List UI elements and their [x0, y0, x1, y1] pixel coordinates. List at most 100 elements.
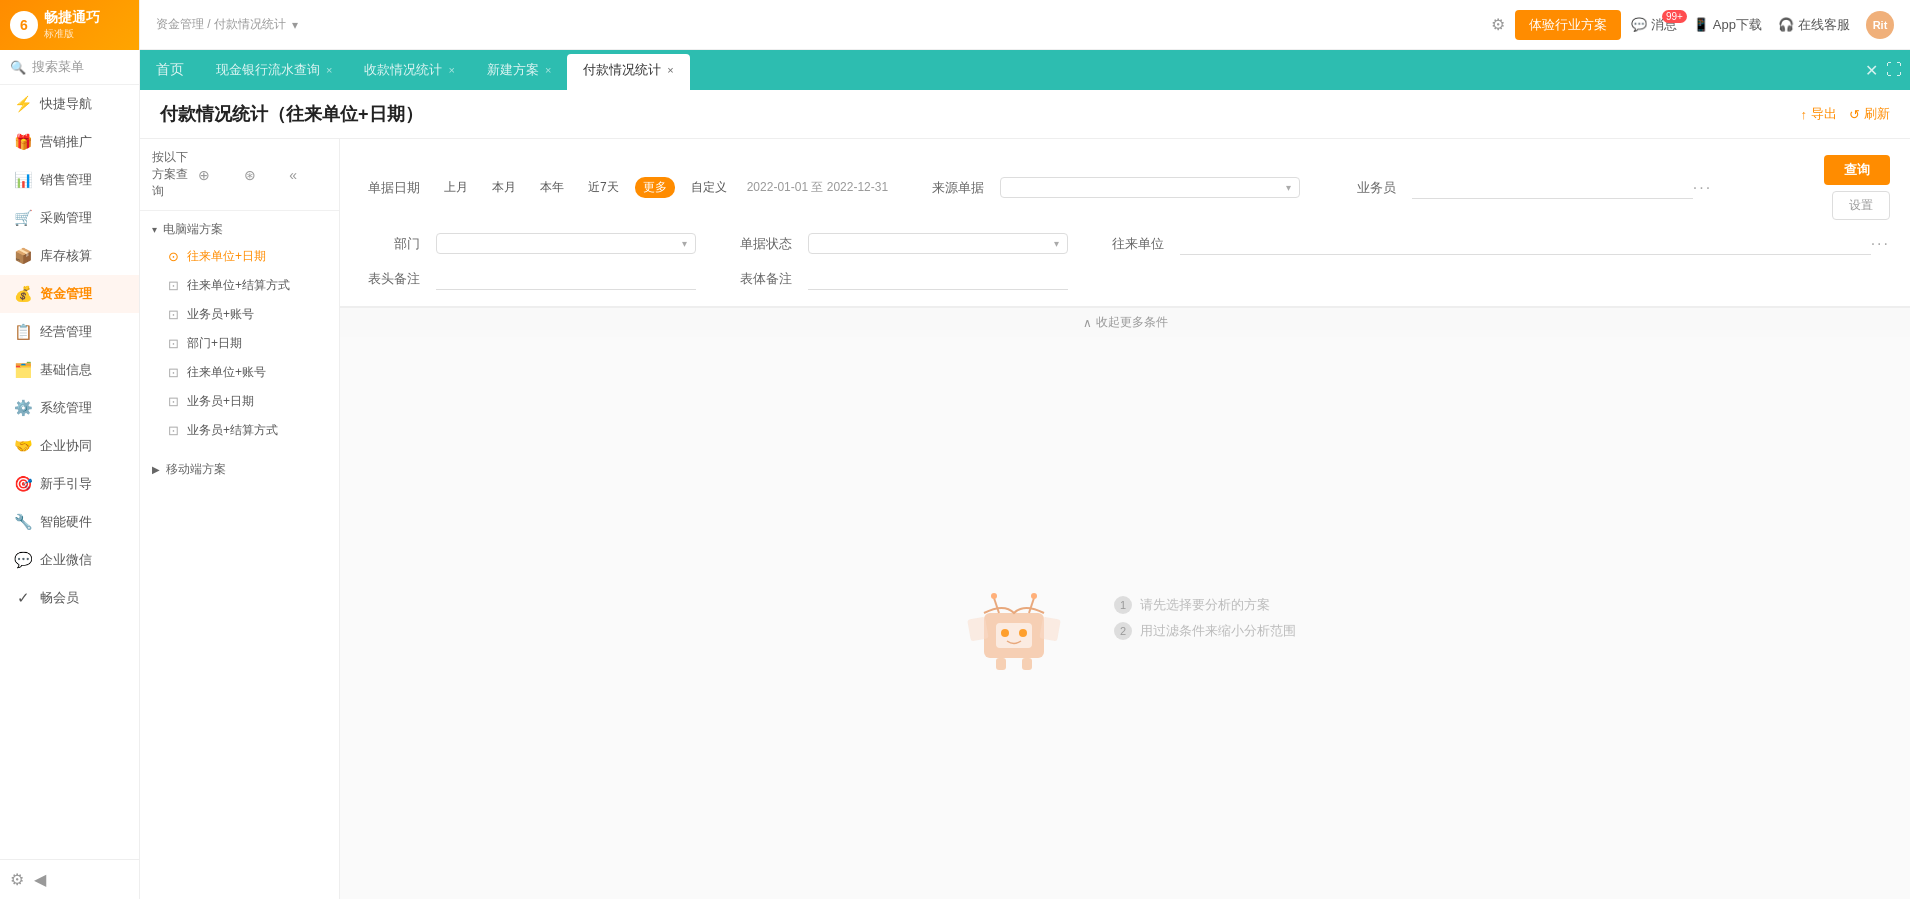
doc-status-select[interactable]: ▾	[808, 233, 1068, 254]
user-avatar[interactable]: Rit	[1866, 11, 1894, 39]
source-select[interactable]: ▾	[1000, 177, 1300, 198]
date-opt-this-month[interactable]: 本月	[484, 177, 524, 198]
unit-input[interactable]	[1180, 232, 1871, 255]
top-header: 资金管理 / 付款情况统计 ▾ ⚙ 体验行业方案 💬 消息 99+ 📱 App下…	[140, 0, 1910, 50]
date-opt-7days[interactable]: 近7天	[580, 177, 627, 198]
sidebar-item-hardware[interactable]: 🔧 智能硬件	[0, 503, 139, 541]
member-icon: ✓	[14, 589, 32, 607]
scheme-staff-account-icon: ⊡	[168, 307, 179, 322]
scheme-item-label: 往来单位+结算方式	[187, 277, 290, 294]
refresh-button[interactable]: ↺ 刷新	[1849, 105, 1890, 123]
collapse-chevron-icon: ∧	[1083, 316, 1092, 330]
scheme-unit-date-icon: ⊙	[168, 249, 179, 264]
scheme-item-staff-account[interactable]: ⊡ 业务员+账号	[140, 300, 339, 329]
refresh-icon: ↺	[1849, 107, 1860, 122]
empty-hints: 1 请先选择要分析的方案 2 用过滤条件来缩小分析范围	[1114, 596, 1296, 640]
dept-select[interactable]: ▾	[436, 233, 696, 254]
scheme-panel-header: 按以下方案查询 ⊕ ⊛ «	[140, 139, 339, 211]
date-opt-more[interactable]: 更多	[635, 177, 675, 198]
date-range-text: 2022-01-01 至 2022-12-31	[747, 179, 888, 196]
tab-receipt-stats[interactable]: 收款情况统计 ×	[348, 50, 470, 90]
date-label: 单据日期	[360, 179, 420, 197]
sidebar-search[interactable]: 🔍 搜索菜单	[0, 50, 139, 85]
tab-receipt-stats-close[interactable]: ×	[448, 64, 454, 76]
hint-text-1: 请先选择要分析的方案	[1140, 596, 1270, 614]
scheme-item-label: 往来单位+账号	[187, 364, 266, 381]
doc-status-arrow-icon: ▾	[1054, 238, 1059, 249]
sidebar-item-wechat[interactable]: 💬 企业微信	[0, 541, 139, 579]
header-settings-icon[interactable]: ⚙	[1491, 15, 1505, 34]
scheme-item-staff-date[interactable]: ⊡ 业务员+日期	[140, 387, 339, 416]
sidebar-item-collab[interactable]: 🤝 企业协同	[0, 427, 139, 465]
svg-line-4	[994, 598, 999, 613]
page-area: 付款情况统计（往来单位+日期） ↑ 导出 ↺ 刷新 按以下方案查询 ⊕ ⊛	[140, 90, 1910, 899]
scheme-desktop-header[interactable]: ▾ 电脑端方案	[140, 217, 339, 242]
scheme-item-staff-settlement[interactable]: ⊡ 业务员+结算方式	[140, 416, 339, 445]
export-label: 导出	[1811, 105, 1837, 123]
scheme-mobile-header[interactable]: ▶ 移动端方案	[140, 457, 339, 482]
scheme-item-unit-settlement[interactable]: ⊡ 往来单位+结算方式	[140, 271, 339, 300]
scheme-item-label: 部门+日期	[187, 335, 242, 352]
sidebar-item-quick-nav[interactable]: ⚡ 快捷导航	[0, 85, 139, 123]
trial-button[interactable]: 体验行业方案	[1515, 10, 1621, 40]
sidebar-item-label: 畅会员	[40, 589, 79, 607]
service-button[interactable]: 🎧 在线客服	[1778, 16, 1850, 34]
filter-date-options: 上月 本月 本年 近7天 更多 自定义 2022-01-01 至 2022-12…	[436, 177, 888, 198]
sidebar-item-sales[interactable]: 📊 销售管理	[0, 161, 139, 199]
svg-point-5	[991, 593, 997, 599]
content-wrapper: 按以下方案查询 ⊕ ⊛ « ▾ 电脑端方案 ⊙ 往来单位+日期 ⊡	[140, 139, 1910, 899]
scheme-desktop-label: 电脑端方案	[163, 221, 223, 238]
date-opt-last-month[interactable]: 上月	[436, 177, 476, 198]
export-button[interactable]: ↑ 导出	[1801, 105, 1838, 123]
query-button[interactable]: 查询	[1824, 155, 1890, 185]
breadcrumb-arrow: ▾	[292, 18, 298, 32]
collapse-button[interactable]: ∧ 收起更多条件	[340, 307, 1910, 337]
scheme-desktop-group: ▾ 电脑端方案 ⊙ 往来单位+日期 ⊡ 往来单位+结算方式 ⊡ 业务员+账号	[140, 211, 339, 451]
sidebar-settings-btn[interactable]: ⚙	[10, 870, 24, 889]
sidebar-item-capital[interactable]: 💰 资金管理	[0, 275, 139, 313]
staff-input[interactable]	[1412, 176, 1693, 199]
sidebar-item-purchase[interactable]: 🛒 采购管理	[0, 199, 139, 237]
sidebar-item-guide[interactable]: 🎯 新手引导	[0, 465, 139, 503]
scheme-item-dept-date[interactable]: ⊡ 部门+日期	[140, 329, 339, 358]
scheme-desktop-arrow: ▾	[152, 224, 157, 235]
tab-close-all-btn[interactable]: ✕	[1865, 61, 1878, 80]
body-note-input[interactable]	[808, 267, 1068, 290]
tab-payment-stats[interactable]: 付款情况统计 ×	[567, 54, 689, 90]
staff-dots-icon[interactable]: ···	[1693, 179, 1712, 197]
unit-dots-icon[interactable]: ···	[1871, 235, 1890, 253]
tab-payment-stats-close[interactable]: ×	[667, 64, 673, 76]
scheme-settings-icon[interactable]: ⊛	[244, 167, 282, 183]
svg-rect-11	[1039, 617, 1061, 642]
sidebar-item-label: 智能硬件	[40, 513, 92, 531]
sidebar-item-inventory[interactable]: 📦 库存核算	[0, 237, 139, 275]
scheme-collapse-icon[interactable]: «	[289, 167, 327, 183]
header-note-input[interactable]	[436, 267, 696, 290]
sidebar-item-basic-info[interactable]: 🗂️ 基础信息	[0, 351, 139, 389]
tab-cash-flow[interactable]: 现金银行流水查询 ×	[200, 50, 348, 90]
filter-settings-button[interactable]: 设置	[1832, 191, 1890, 220]
purchase-icon: 🛒	[14, 209, 32, 227]
body-note-label: 表体备注	[732, 270, 792, 288]
date-opt-this-year[interactable]: 本年	[532, 177, 572, 198]
filter-row-2: 部门 ▾ 单据状态 ▾ 往来单位 ···	[360, 232, 1890, 255]
breadcrumb-text: 资金管理 / 付款情况统计	[156, 16, 286, 33]
app-icon: 📱	[1693, 17, 1709, 32]
scheme-item-unit-account[interactable]: ⊡ 往来单位+账号	[140, 358, 339, 387]
scheme-item-unit-date[interactable]: ⊙ 往来单位+日期	[140, 242, 339, 271]
tab-cash-flow-close[interactable]: ×	[326, 64, 332, 76]
notice-button[interactable]: 💬 消息 99+	[1631, 16, 1677, 34]
sidebar-item-operations[interactable]: 📋 经营管理	[0, 313, 139, 351]
sidebar-item-system[interactable]: ⚙️ 系统管理	[0, 389, 139, 427]
scheme-add-icon[interactable]: ⊕	[198, 167, 236, 183]
sidebar-collapse-btn[interactable]: ◀	[34, 870, 46, 889]
collab-icon: 🤝	[14, 437, 32, 455]
tab-new-scheme-close[interactable]: ×	[545, 64, 551, 76]
app-download-button[interactable]: 📱 App下载	[1693, 16, 1762, 34]
sidebar-item-member[interactable]: ✓ 畅会员	[0, 579, 139, 617]
tab-expand-btn[interactable]: ⛶	[1886, 61, 1902, 79]
tab-new-scheme[interactable]: 新建方案 ×	[471, 50, 567, 90]
sidebar-item-marketing[interactable]: 🎁 营销推广	[0, 123, 139, 161]
tab-home[interactable]: 首页	[140, 50, 200, 90]
date-opt-custom[interactable]: 自定义	[683, 177, 735, 198]
